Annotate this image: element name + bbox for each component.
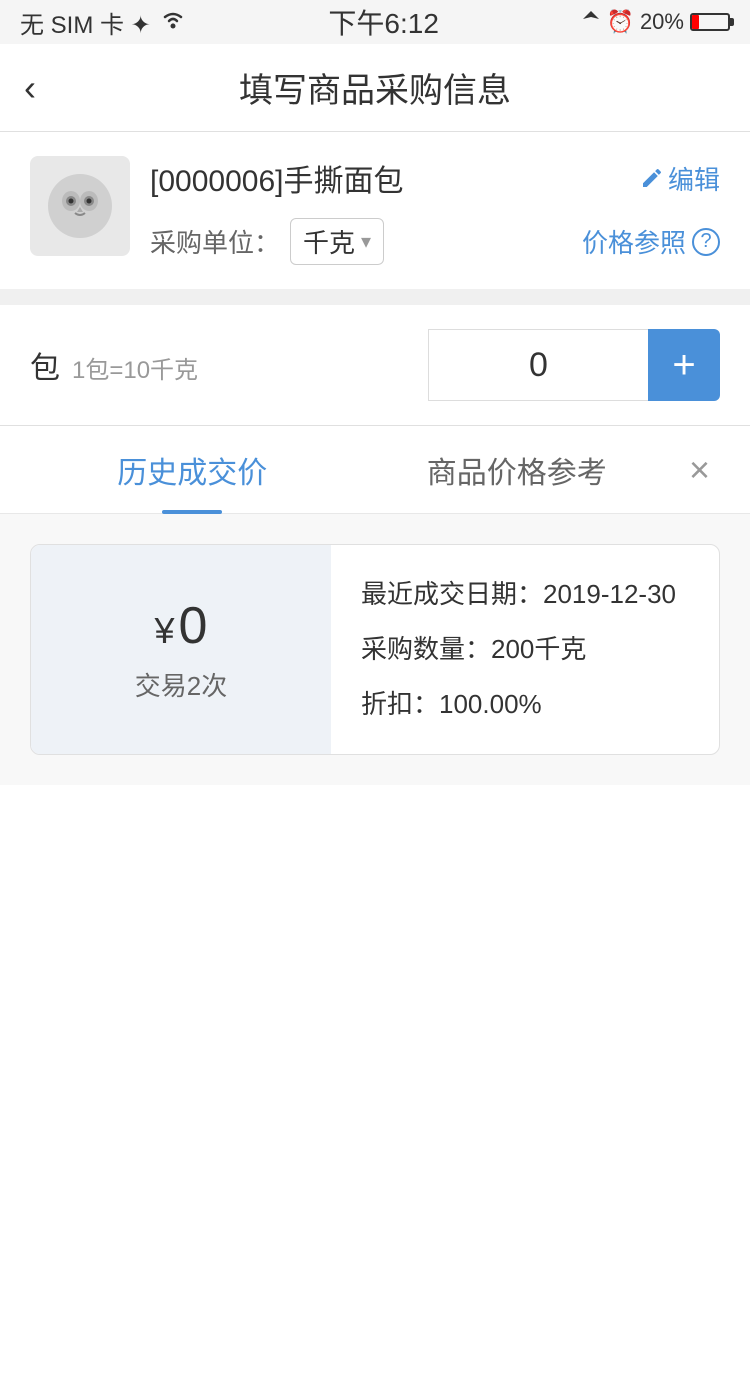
price-ref-button[interactable]: 价格参照 ? (582, 223, 720, 260)
product-thumbnail (30, 156, 130, 256)
price-amount: 0 (179, 596, 208, 656)
tab-history-price[interactable]: 历史成交价 (30, 426, 354, 514)
status-bar: 无 SIM 卡 ✦ 下午6:12 ⏰ 20% (0, 0, 750, 44)
price-card: ¥ 0 交易2次 最近成交日期：2019-12-30 采购数量：200千克 折扣… (30, 544, 720, 755)
gps-icon (581, 9, 601, 35)
tab-price-reference[interactable]: 商品价格参考 (354, 426, 678, 514)
price-card-right: 最近成交日期：2019-12-30 采购数量：200千克 折扣：100.00% (331, 545, 719, 754)
dropdown-arrow: ▾ (361, 229, 371, 254)
product-info: [0000006]手撕面包 编辑 采购单位： 千克 ▾ 价格参照 ? (150, 156, 720, 265)
date-row: 最近成交日期：2019-12-30 (361, 575, 689, 614)
quantity-row-detail: 采购数量：200千克 (361, 630, 689, 669)
currency-symbol: ¥ (155, 610, 175, 652)
unit-sub-label: 1包=10千克 (72, 350, 198, 385)
content-area (0, 785, 750, 1385)
trade-count: 交易2次 (135, 666, 227, 703)
unit-big-label: 包 (30, 343, 60, 387)
product-title-row: [0000006]手撕面包 编辑 (150, 156, 720, 200)
edit-button[interactable]: 编辑 (640, 160, 720, 197)
quantity-row: 包 1包=10千克 0 + (0, 305, 750, 425)
status-left: 无 SIM 卡 ✦ (20, 5, 187, 40)
tab-underline (162, 510, 222, 514)
close-button[interactable]: × (679, 449, 720, 491)
section-divider (0, 289, 750, 305)
battery-icon (690, 13, 730, 31)
wifi-icon (159, 8, 187, 36)
help-icon: ? (692, 228, 720, 256)
unit-selector[interactable]: 千克 ▾ (290, 218, 384, 265)
price-card-left: ¥ 0 交易2次 (31, 545, 331, 754)
nav-bar: ‹ 填写商品采购信息 (0, 44, 750, 132)
price-display: ¥ 0 (155, 596, 208, 656)
tabs-bar: 历史成交价 商品价格参考 × (0, 425, 750, 513)
quantity-left: 包 1包=10千克 (30, 343, 198, 387)
unit-label: 采购单位： (150, 223, 280, 260)
product-name: [0000006]手撕面包 (150, 156, 403, 200)
battery-percent: 20% (640, 9, 684, 35)
quantity-input-wrap: 0 + (428, 329, 720, 401)
plus-button[interactable]: + (648, 329, 720, 401)
page-title: 填写商品采购信息 (239, 63, 511, 112)
status-time: 下午6:12 (328, 2, 439, 42)
back-button[interactable]: ‹ (24, 67, 36, 109)
network-label: 无 SIM 卡 ✦ (20, 5, 151, 40)
discount-row: 折扣：100.00% (361, 685, 689, 724)
status-right: ⏰ 20% (581, 9, 730, 35)
product-unit-row: 采购单位： 千克 ▾ 价格参照 ? (150, 218, 720, 265)
quantity-input[interactable]: 0 (428, 329, 648, 401)
history-section: ¥ 0 交易2次 最近成交日期：2019-12-30 采购数量：200千克 折扣… (0, 514, 750, 785)
product-card: [0000006]手撕面包 编辑 采购单位： 千克 ▾ 价格参照 ? (0, 132, 750, 289)
alarm-icon: ⏰ (607, 9, 634, 35)
